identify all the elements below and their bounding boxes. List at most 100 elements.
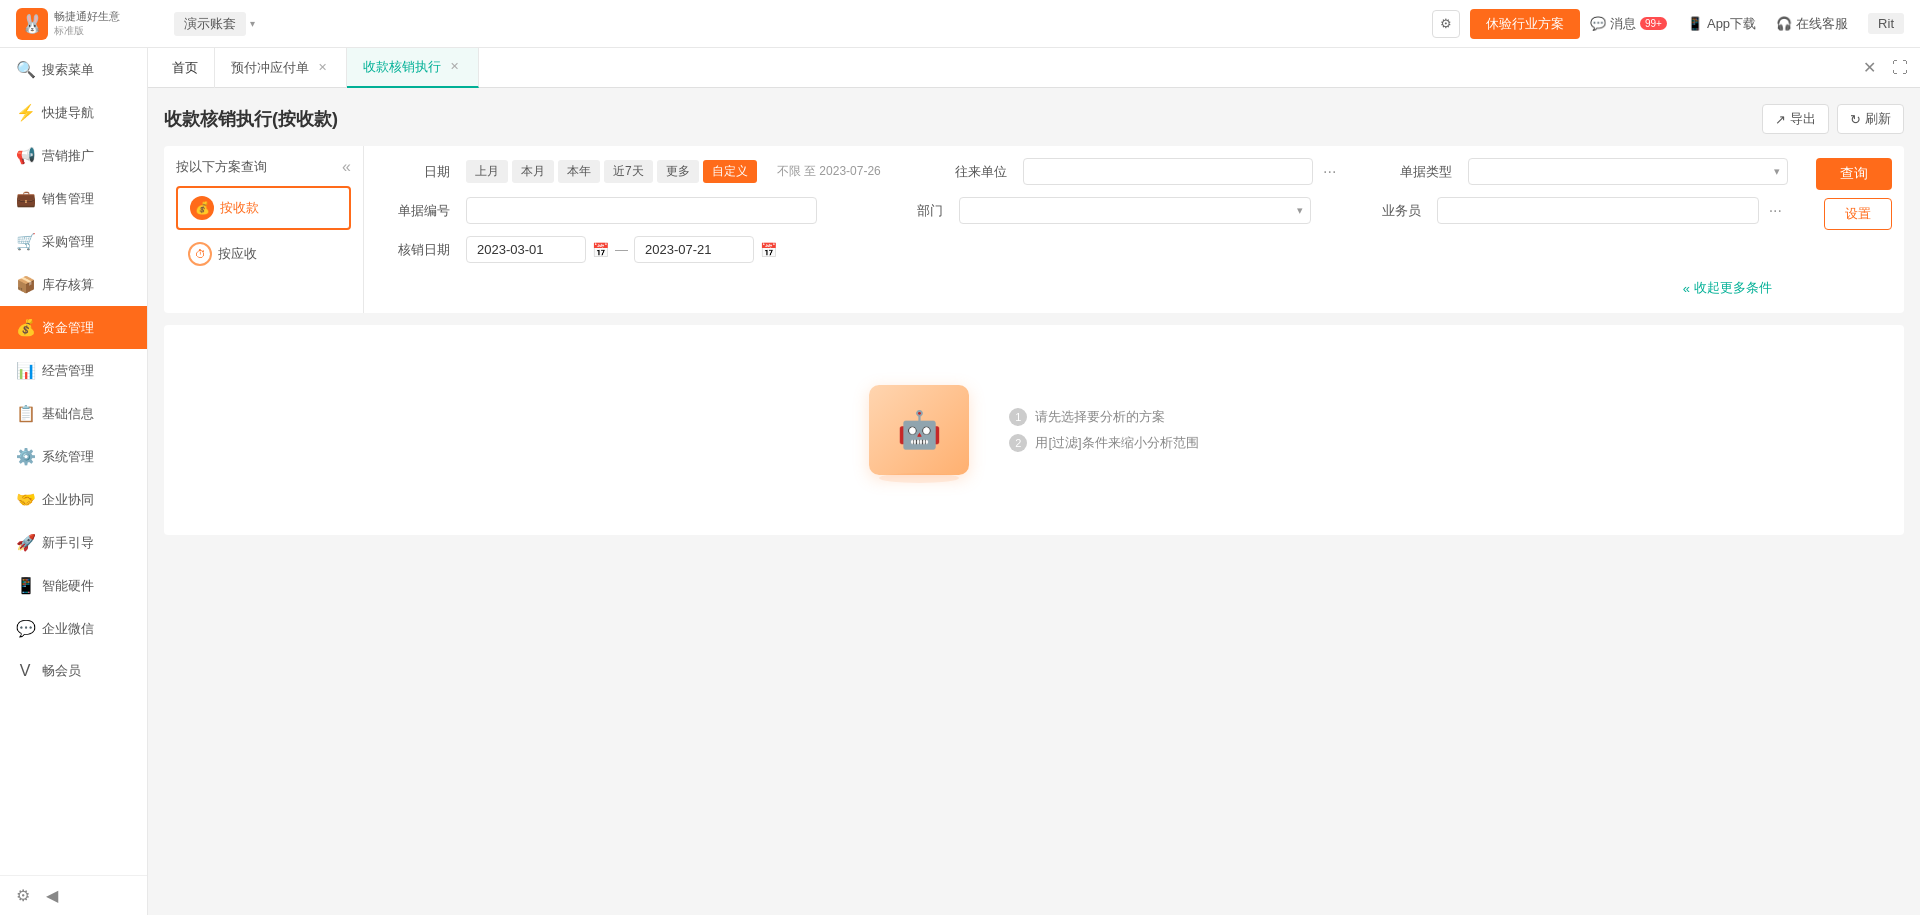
sidebar-item-6[interactable]: 💰资金管理 <box>0 306 147 349</box>
salesperson-more-icon[interactable]: ··· <box>1763 200 1788 222</box>
filter-section-title: 按以下方案查询 <box>176 158 267 176</box>
sidebar-icon-3: 💼 <box>16 189 34 208</box>
counterparty-more-icon[interactable]: ··· <box>1317 161 1342 183</box>
salesperson-input[interactable] <box>1437 197 1759 224</box>
sidebar-item-11[interactable]: 🚀新手引导 <box>0 521 147 564</box>
sidebar-label-7: 经营管理 <box>42 362 94 380</box>
sidebar-label-3: 销售管理 <box>42 190 94 208</box>
mode-receipt-icon: 💰 <box>190 196 214 220</box>
user-avatar[interactable]: Rit <box>1868 13 1904 34</box>
mode-by-receivable[interactable]: ⏱ 按应收 <box>176 234 351 274</box>
page-header: 收款核销执行(按收款) ↗ 导出 ↻ 刷新 <box>164 104 1904 134</box>
date-btn-this-month[interactable]: 本月 <box>512 160 554 183</box>
date-btn-custom[interactable]: 自定义 <box>703 160 757 183</box>
date-btn-this-year[interactable]: 本年 <box>558 160 600 183</box>
dept-select[interactable] <box>959 197 1310 224</box>
tab-2[interactable]: 收款核销执行 ✕ <box>347 48 479 88</box>
sidebar-icon-11: 🚀 <box>16 533 34 552</box>
settings-bottom-icon[interactable]: ⚙ <box>16 886 30 905</box>
sidebar-item-7[interactable]: 📊经营管理 <box>0 349 147 392</box>
app-name: 畅捷通好生意 <box>54 9 120 23</box>
dept-label: 部门 <box>873 202 943 220</box>
tab-close-1[interactable]: ✕ <box>315 60 330 75</box>
query-button[interactable]: 查询 <box>1816 158 1892 190</box>
sidebar-icon-13: 💬 <box>16 619 34 638</box>
dept-field: ▾ <box>959 197 1310 224</box>
sidebar-label-12: 智能硬件 <box>42 577 94 595</box>
page-title: 收款核销执行(按收款) <box>164 107 338 131</box>
sidebar-item-9[interactable]: ⚙️ 系统管理 <box>0 435 147 478</box>
tab-bar-right: ✕ ⛶ <box>1859 54 1912 81</box>
counterparty-input[interactable] <box>1023 158 1313 185</box>
industry-button[interactable]: 休验行业方案 <box>1470 9 1580 39</box>
export-icon: ↗ <box>1775 112 1786 127</box>
sidebar-item-3[interactable]: 💼 销售管理 <box>0 177 147 220</box>
account-area: 演示账套 ▾ <box>174 12 1422 36</box>
chevron-down-icon[interactable]: ▾ <box>250 18 255 29</box>
collapse-sidebar-icon[interactable]: ◀︎ <box>46 886 58 905</box>
sidebar-icon-9: ⚙️ <box>16 447 34 466</box>
export-button[interactable]: ↗ 导出 <box>1762 104 1829 134</box>
sidebar-item-2[interactable]: 📢营销推广 <box>0 134 147 177</box>
date-btn-last-month[interactable]: 上月 <box>466 160 508 183</box>
filter-left: 按以下方案查询 « 💰 按收款 ⏱ 按应收 <box>164 146 364 313</box>
sidebar-icon-4: 🛒 <box>16 232 34 251</box>
sidebar-icon-5: 📦 <box>16 275 34 294</box>
tab-1[interactable]: 预付冲应付单✕ <box>215 48 347 88</box>
sidebar-item-8[interactable]: 📋基础信息 <box>0 392 147 435</box>
tab-close-2[interactable]: ✕ <box>447 59 462 74</box>
tab-0[interactable]: 首页 <box>156 48 215 88</box>
sidebar-item-10[interactable]: 🤝企业协同 <box>0 478 147 521</box>
sidebar-label-0: 搜索菜单 <box>42 61 94 79</box>
salesperson-label: 业务员 <box>1351 202 1421 220</box>
top-bar-right: 💬 消息 99+ 📱 App下载 🎧 在线客服 Rit <box>1590 13 1904 34</box>
tip-num-2: 2 <box>1009 434 1027 452</box>
main-layout: 🔍搜索菜单⚡快捷导航📢营销推广 💼 销售管理 🛒采购管理📦库存核算💰资金管理📊经营管理… <box>0 48 1920 915</box>
sidebar-item-13[interactable]: 💬 企业微信 <box>0 607 147 650</box>
collapse-left-icon[interactable]: « <box>342 158 351 176</box>
sidebar-item-0[interactable]: 🔍搜索菜单 <box>0 48 147 91</box>
sidebar-item-5[interactable]: 📦库存核算 <box>0 263 147 306</box>
query-actions: 查询 设置 <box>1804 146 1904 313</box>
sidebar: 🔍搜索菜单⚡快捷导航📢营销推广 💼 销售管理 🛒采购管理📦库存核算💰资金管理📊经营管理… <box>0 48 148 915</box>
tip-text-2: 用[过滤]条件来缩小分析范围 <box>1035 430 1198 456</box>
sidebar-item-4[interactable]: 🛒采购管理 <box>0 220 147 263</box>
collapse-more-button[interactable]: « 收起更多条件 <box>1683 279 1772 297</box>
empty-state-inner: 🤖 1 请先选择要分析的方案 2 用[过滤]条件来缩小分析范围 <box>869 385 1198 475</box>
mode-by-receipt[interactable]: 💰 按收款 <box>176 186 351 230</box>
settings-button[interactable]: 设置 <box>1824 198 1892 230</box>
sidebar-icon-14: V <box>16 662 34 680</box>
calendar-start-icon[interactable]: 📅 <box>592 242 609 258</box>
filter-panel: 按以下方案查询 « 💰 按收款 ⏱ 按应收 <box>164 146 1904 313</box>
close-tab-icon[interactable]: ✕ <box>1859 54 1880 81</box>
calendar-end-icon[interactable]: 📅 <box>760 242 777 258</box>
counterparty-field: ··· <box>1023 158 1343 185</box>
sidebar-icon-12: 📱 <box>16 576 34 595</box>
date-btn-more[interactable]: 更多 <box>657 160 699 183</box>
sidebar-label-8: 基础信息 <box>42 405 94 423</box>
sidebar-item-14[interactable]: V畅会员 <box>0 650 147 692</box>
tab-label-0: 首页 <box>172 59 198 77</box>
verify-date-start-input[interactable] <box>466 236 586 263</box>
doc-type-field: ▾ <box>1468 158 1788 185</box>
filter-row-3: 核销日期 📅 — 📅 <box>380 236 1788 263</box>
online-service-action[interactable]: 🎧 在线客服 <box>1776 15 1848 33</box>
settings-icon[interactable]: ⚙ <box>1432 10 1460 38</box>
sidebar-item-12[interactable]: 📱 智能硬件 <box>0 564 147 607</box>
message-action[interactable]: 💬 消息 99+ <box>1590 15 1667 33</box>
sidebar-label-13: 企业微信 <box>42 620 94 638</box>
counterparty-label: 往来单位 <box>937 163 1007 181</box>
verify-date-end-input[interactable] <box>634 236 754 263</box>
refresh-button[interactable]: ↻ 刷新 <box>1837 104 1904 134</box>
expand-icon[interactable]: ⛶ <box>1888 55 1912 81</box>
doc-num-input[interactable] <box>466 197 817 224</box>
date-btn-7days[interactable]: 近7天 <box>604 160 653 183</box>
sidebar-label-9: 系统管理 <box>42 448 94 466</box>
sidebar-item-1[interactable]: ⚡快捷导航 <box>0 91 147 134</box>
app-download-action[interactable]: 📱 App下载 <box>1687 15 1756 33</box>
account-name[interactable]: 演示账套 <box>174 12 246 36</box>
doc-type-select[interactable] <box>1468 158 1788 185</box>
collapse-more-icon: « <box>1683 281 1690 296</box>
empty-tips: 1 请先选择要分析的方案 2 用[过滤]条件来缩小分析范围 <box>1009 404 1198 456</box>
tab-label-2: 收款核销执行 <box>363 58 441 76</box>
